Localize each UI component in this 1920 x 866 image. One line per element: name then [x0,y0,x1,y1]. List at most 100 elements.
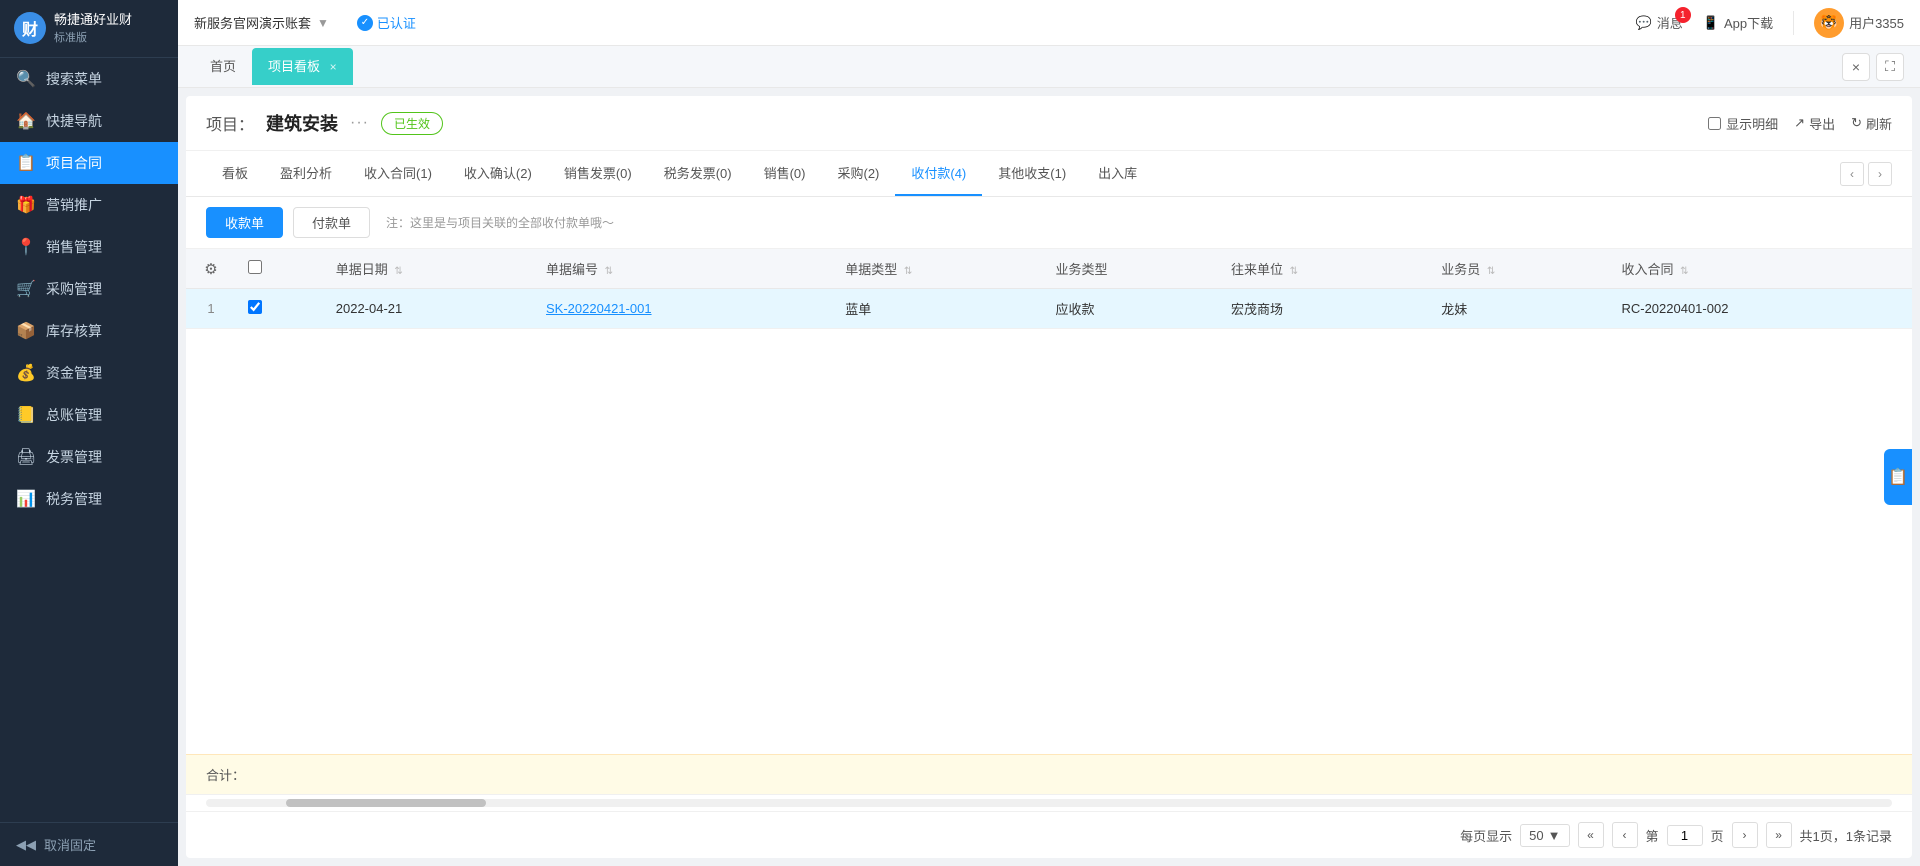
select-all-checkbox[interactable] [248,260,262,274]
scrollbar-thumb[interactable] [286,799,486,807]
nav-tab-income-confirm[interactable]: 收入确认(2) [448,151,548,196]
data-table: ⚙ 单据日期 ⇅ 单据编号 ⇅ [186,249,1912,329]
content-area: 项目： 建筑安装 ··· 已生效 显示明细 ↗ 导出 ↻ 刷新 [186,96,1912,858]
sidebar-item-invoice[interactable]: 🖨 发票管理 [0,436,178,478]
sidebar-item-label: 搜索菜单 [46,69,102,89]
horizontal-scrollbar[interactable] [206,799,1892,807]
checkbox-column-header [236,249,324,289]
biz-type-column-header: 业务类型 [1043,249,1219,289]
inventory-icon: 📦 [16,321,36,341]
sidebar-item-label: 资金管理 [46,363,102,383]
app-logo-icon: 财 [14,12,46,44]
row-contract: RC-20220401-002 [1609,289,1912,329]
nav-prev-arrow[interactable]: ‹ [1840,162,1864,186]
nav-tab-sales-invoice[interactable]: 销售发票(0) [548,151,648,196]
sidebar-item-marketing[interactable]: 🎁 营销推广 [0,184,178,226]
show-detail-checkbox[interactable]: 显示明细 [1708,114,1778,133]
tab-close-icon[interactable]: × [330,60,337,74]
refresh-button[interactable]: ↻ 刷新 [1851,114,1892,133]
float-action-button[interactable]: 📋 [1884,449,1912,505]
nav-tab-sales[interactable]: 销售(0) [748,151,822,196]
nav-tab-tax-invoice[interactable]: 税务发票(0) [648,151,748,196]
sidebar: 财 畅捷通好业财 标准版 🔍 搜索菜单 🏠 快捷导航 📋 项目合同 🎁 营销推广… [0,0,178,866]
row-checkbox-cell [236,289,324,329]
tax-icon: 📊 [16,489,36,509]
topbar: 新服务官网演示账套 ▼ ✓ 已认证 💬 消息 1 📱 App下载 🐯 用户335… [178,0,1920,46]
page-input[interactable] [1667,825,1703,846]
refresh-icon: ↻ [1851,115,1862,131]
sidebar-item-sales[interactable]: 📍 销售管理 [0,226,178,268]
ledger-icon: 📒 [16,405,36,425]
project-label: 项目： [206,111,254,135]
partner-column-header: 往来单位 ⇅ [1219,249,1429,289]
table-row: 1 2022-04-21 SK-20220421-001 蓝单 应收款 宏茂商场… [186,289,1912,329]
sidebar-item-inventory[interactable]: 📦 库存核算 [0,310,178,352]
row-number: SK-20220421-001 [534,289,833,329]
close-window-button[interactable]: × [1842,53,1870,81]
sidebar-item-search[interactable]: 🔍 搜索菜单 [0,58,178,100]
tabbar: 首页 项目看板 × × ⛶ [178,46,1920,88]
invoice-icon: 🖨 [16,447,36,467]
project-menu-button[interactable]: ··· [350,114,369,132]
tab-home[interactable]: 首页 [194,48,252,85]
row-select-checkbox[interactable] [248,300,262,314]
settings-icon[interactable]: ⚙ [204,261,217,278]
export-icon: ↗ [1794,115,1805,131]
pagination: 每页显示 50 ▼ « ‹ 第 页 › » 共1页，1条记录 [186,811,1912,858]
row-seq: 1 [186,289,236,329]
unpin-button[interactable]: ◀◀ 取消固定 [0,822,178,866]
main-area: 新服务官网演示账套 ▼ ✓ 已认证 💬 消息 1 📱 App下载 🐯 用户335… [178,0,1920,866]
next-page-button[interactable]: › [1732,822,1758,848]
per-page-select[interactable]: 50 ▼ [1520,824,1569,847]
last-page-button[interactable]: » [1766,822,1792,848]
document-number-link[interactable]: SK-20220421-001 [546,301,652,316]
first-page-icon: « [1587,828,1594,842]
show-detail-input[interactable] [1708,117,1721,130]
expand-window-button[interactable]: ⛶ [1876,53,1904,81]
message-button[interactable]: 💬 消息 1 [1636,13,1683,32]
dropdown-icon: ▼ [1548,828,1561,843]
nav-tab-purchase[interactable]: 采购(2) [821,151,895,196]
gift-icon: 🎁 [16,195,36,215]
finance-icon: 💰 [16,363,36,383]
sub-tab-receipt[interactable]: 收款单 [206,207,283,238]
date-column-header: 单据日期 ⇅ [324,249,534,289]
app-download-button[interactable]: 📱 App下载 [1703,13,1773,32]
home-icon: 🏠 [16,111,36,131]
sidebar-item-finance[interactable]: 💰 资金管理 [0,352,178,394]
tab-project-board[interactable]: 项目看板 × [252,48,353,85]
user-profile[interactable]: 🐯 用户3355 [1814,8,1904,38]
nav-tab-payment[interactable]: 收付款(4) [895,151,982,196]
sidebar-item-quicknav[interactable]: 🏠 快捷导航 [0,100,178,142]
sidebar-item-label: 营销推广 [46,195,102,215]
prev-page-button[interactable]: ‹ [1612,822,1638,848]
sidebar-item-label: 销售管理 [46,237,102,257]
row-partner: 宏茂商场 [1219,289,1429,329]
account-selector[interactable]: 新服务官网演示账套 ▼ [194,13,329,32]
sidebar-item-contract[interactable]: 📋 项目合同 [0,142,178,184]
export-button[interactable]: ↗ 导出 [1794,114,1835,133]
first-page-button[interactable]: « [1578,822,1604,848]
nav-tab-profit[interactable]: 盈利分析 [264,151,348,196]
sub-tab-hint: 注：这里是与项目关联的全部收付款单哦～ [386,214,614,231]
sort-icon: ⇅ [904,266,912,277]
message-badge: 1 [1675,7,1691,23]
nav-tab-income-contract[interactable]: 收入合同(1) [348,151,448,196]
project-status-badge: 已生效 [381,112,443,135]
sidebar-item-purchase[interactable]: 🛒 采购管理 [0,268,178,310]
type-column-header: 单据类型 ⇅ [833,249,1043,289]
topbar-left: 新服务官网演示账套 ▼ ✓ 已认证 [194,13,416,32]
nav-next-arrow[interactable]: › [1868,162,1892,186]
sidebar-item-ledger[interactable]: 📒 总账管理 [0,394,178,436]
nav-tab-kanban[interactable]: 看板 [206,151,264,196]
sidebar-item-tax[interactable]: 📊 税务管理 [0,478,178,520]
sidebar-item-label: 总账管理 [46,405,102,425]
nav-tab-inout[interactable]: 出入库 [1082,151,1153,196]
unpin-icon: ◀◀ [16,837,36,853]
project-header: 项目： 建筑安装 ··· 已生效 显示明细 ↗ 导出 ↻ 刷新 [186,96,1912,151]
nav-tab-other[interactable]: 其他收支(1) [982,151,1082,196]
sub-tab-payment[interactable]: 付款单 [293,207,370,238]
project-actions: 显示明细 ↗ 导出 ↻ 刷新 [1708,114,1892,133]
search-icon: 🔍 [16,69,36,89]
tabbar-controls: × ⛶ [1842,53,1904,81]
